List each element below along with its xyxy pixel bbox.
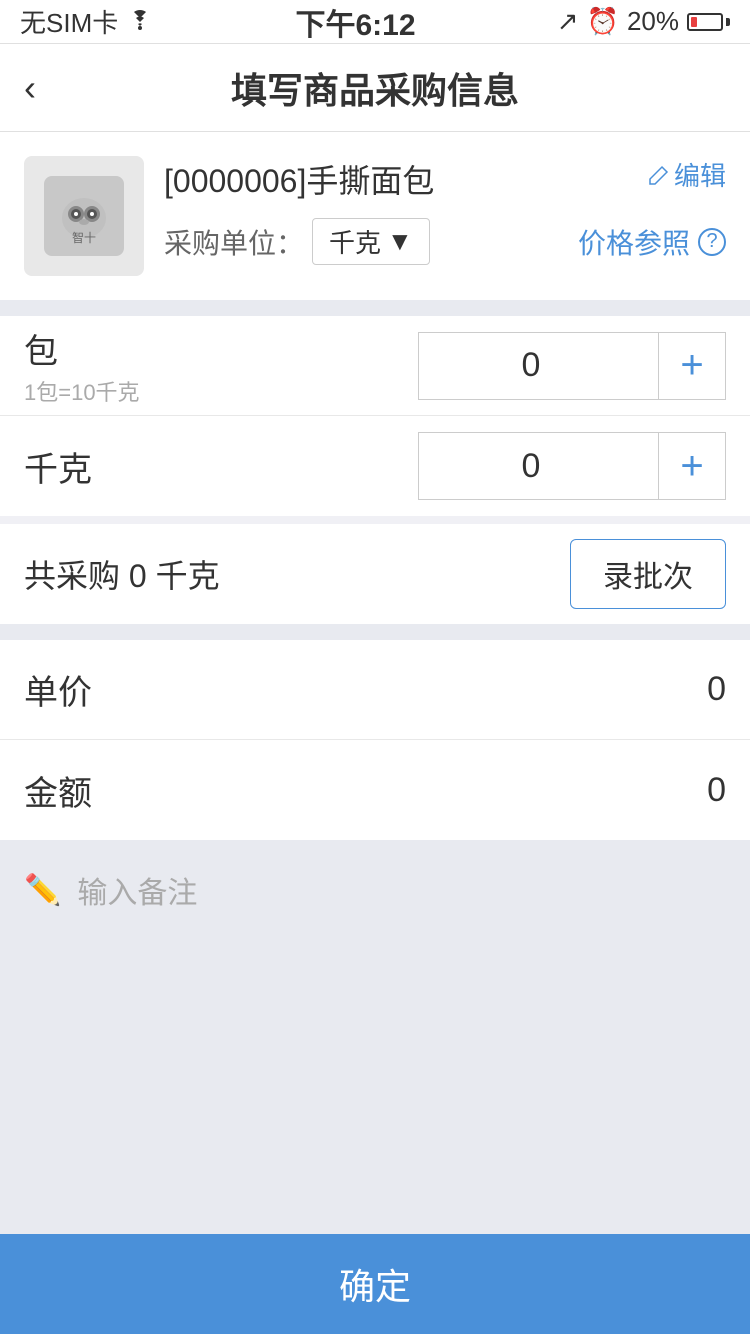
package-sub-label: 1包=10千克 bbox=[24, 375, 140, 407]
summary-section: 共采购 0 千克 录批次 bbox=[0, 524, 750, 632]
confirm-button[interactable]: 确定 bbox=[0, 1234, 750, 1334]
product-name: [0000006]手撕面包 bbox=[164, 156, 434, 202]
unit-price-label: 单价 bbox=[24, 665, 92, 714]
status-time: 下午6:12 bbox=[295, 0, 415, 44]
wifi-icon bbox=[126, 6, 154, 37]
amount-label: 金额 bbox=[24, 766, 92, 815]
amount-row: 金额 0 bbox=[0, 740, 750, 840]
notes-section[interactable]: ✏️ 输入备注 bbox=[0, 840, 750, 940]
package-label: 包 1包=10千克 bbox=[24, 324, 140, 407]
back-button[interactable]: ‹ bbox=[24, 67, 36, 109]
kg-input-group: + bbox=[418, 432, 726, 500]
product-row-bottom: 采购单位： 千克 ▼ 价格参照 ? bbox=[164, 218, 726, 265]
unit-select[interactable]: 千克 ▼ bbox=[312, 218, 430, 265]
status-left: 无SIM卡 bbox=[20, 3, 154, 40]
price-ref-button[interactable]: 价格参照 ? bbox=[578, 222, 726, 262]
signal-text: 无SIM卡 bbox=[20, 3, 118, 40]
package-input-group: + bbox=[418, 332, 726, 400]
page-title: 填写商品采购信息 bbox=[231, 62, 519, 114]
kg-label: 千克 bbox=[24, 442, 92, 491]
amount-value: 0 bbox=[707, 771, 726, 810]
edit-button[interactable]: 编辑 bbox=[648, 156, 726, 193]
unit-price-value: 0 bbox=[707, 670, 726, 709]
battery-percent: 20% bbox=[627, 6, 679, 37]
price-section: 单价 0 金额 0 bbox=[0, 640, 750, 840]
alarm-icon: ⏰ bbox=[587, 6, 619, 37]
separator-1 bbox=[0, 308, 750, 316]
form-section: 包 1包=10千克 + 千克 + bbox=[0, 316, 750, 516]
kg-input[interactable] bbox=[418, 432, 658, 500]
kg-row: 千克 + bbox=[0, 416, 750, 516]
summary-text: 共采购 0 千克 bbox=[24, 551, 220, 597]
empty-space bbox=[0, 940, 750, 1240]
battery-icon bbox=[687, 13, 730, 31]
status-right: ↗ ⏰ 20% bbox=[557, 6, 730, 37]
nav-bar: ‹ 填写商品采购信息 bbox=[0, 44, 750, 132]
product-info: [0000006]手撕面包 编辑 采购单位： 千克 ▼ 价格参照 ? bbox=[164, 156, 726, 265]
notes-placeholder: 输入备注 bbox=[77, 868, 197, 912]
kg-plus-button[interactable]: + bbox=[658, 432, 726, 500]
status-bar: 无SIM卡 下午6:12 ↗ ⏰ 20% bbox=[0, 0, 750, 44]
unit-price-row: 单价 0 bbox=[0, 640, 750, 740]
location-icon: ↗ bbox=[557, 6, 579, 37]
svg-text:智十: 智十 bbox=[72, 230, 96, 245]
batch-button[interactable]: 录批次 bbox=[570, 539, 726, 609]
info-icon: ? bbox=[698, 228, 726, 256]
separator-2 bbox=[0, 632, 750, 640]
product-row-top: [0000006]手撕面包 编辑 bbox=[164, 156, 726, 202]
product-image: 智十 bbox=[24, 156, 144, 276]
pencil-icon: ✏️ bbox=[24, 873, 61, 908]
summary-row: 共采购 0 千克 录批次 bbox=[0, 524, 750, 624]
package-row: 包 1包=10千克 + bbox=[0, 316, 750, 416]
product-image-placeholder: 智十 bbox=[44, 176, 124, 256]
unit-label: 采购单位： 千克 ▼ bbox=[164, 218, 430, 265]
package-input[interactable] bbox=[418, 332, 658, 400]
product-card: 智十 [0000006]手撕面包 编辑 采购单位： 千克 ▼ 价格参照 bbox=[0, 132, 750, 308]
package-plus-button[interactable]: + bbox=[658, 332, 726, 400]
